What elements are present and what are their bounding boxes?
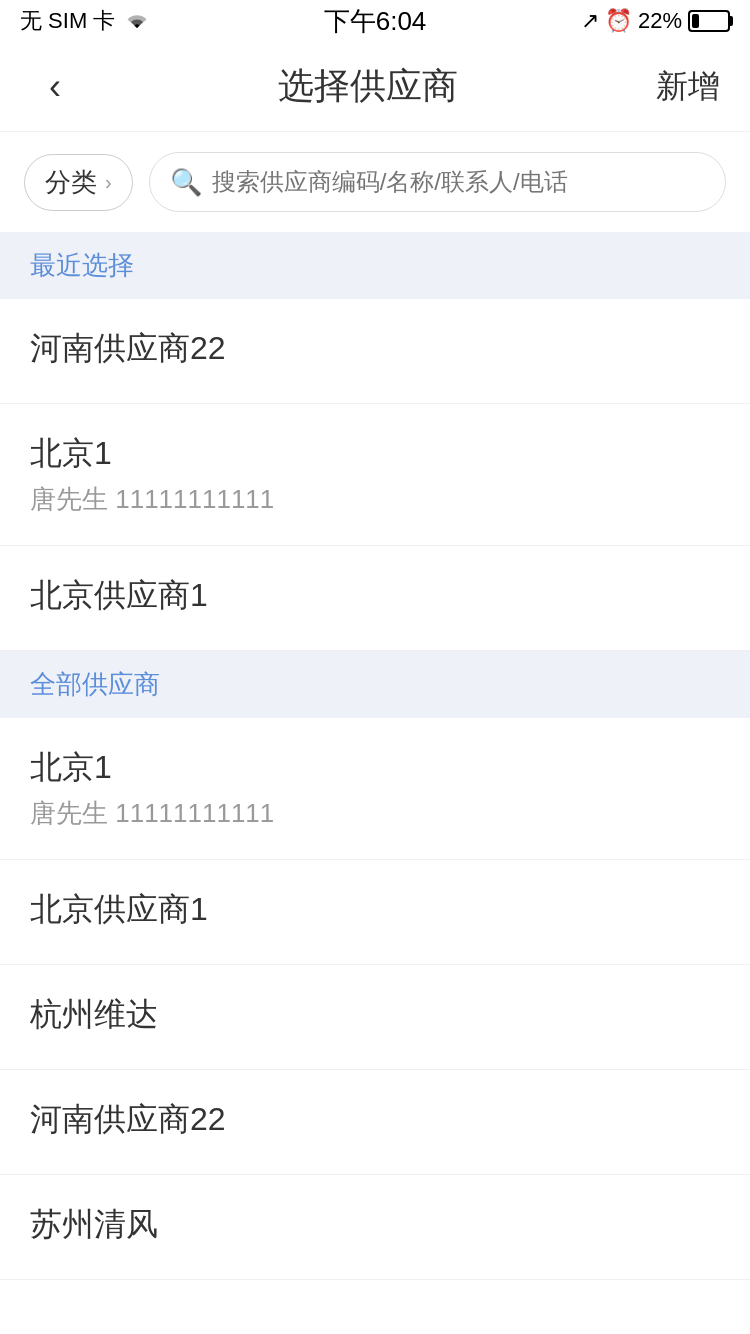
item-sub: 唐先生 11111111111 bbox=[30, 796, 720, 831]
item-name: 河南供应商22 bbox=[30, 327, 720, 371]
item-name: 北京1 bbox=[30, 432, 720, 476]
chevron-right-icon: › bbox=[105, 171, 112, 194]
wifi-icon bbox=[123, 10, 151, 32]
all-list: 北京1 唐先生 11111111111 北京供应商1 杭州维达河南供应商22 苏州清风 bbox=[0, 718, 750, 1280]
status-right: ↗ ⏰ 22% bbox=[581, 8, 730, 34]
status-left: 无 SIM 卡 bbox=[20, 6, 151, 36]
list-item[interactable]: 北京1 唐先生 11111111111 bbox=[0, 718, 750, 860]
item-name: 杭州维达 bbox=[30, 993, 720, 1037]
all-section-label: 全部供应商 bbox=[30, 669, 160, 699]
search-box[interactable]: 🔍 bbox=[149, 152, 726, 212]
recent-section-header: 最近选择 bbox=[0, 232, 750, 299]
add-button[interactable]: 新增 bbox=[656, 65, 720, 109]
recent-list: 河南供应商22 北京1 唐先生 11111111111 北京供应商1 bbox=[0, 299, 750, 651]
search-input[interactable] bbox=[212, 168, 705, 196]
category-label: 分类 bbox=[45, 165, 97, 200]
filter-bar: 分类 › 🔍 bbox=[0, 132, 750, 232]
list-item[interactable]: 北京1 唐先生 11111111111 bbox=[0, 404, 750, 546]
list-item[interactable]: 苏州清风 bbox=[0, 1175, 750, 1280]
list-item[interactable]: 河南供应商22 bbox=[0, 299, 750, 404]
item-name: 北京供应商1 bbox=[30, 888, 720, 932]
sim-label: 无 SIM 卡 bbox=[20, 6, 115, 36]
list-item[interactable]: 北京供应商1 bbox=[0, 546, 750, 651]
list-item[interactable]: 北京供应商1 bbox=[0, 860, 750, 965]
nav-bar: ‹ 选择供应商 新增 bbox=[0, 42, 750, 132]
status-bar: 无 SIM 卡 下午6:04 ↗ ⏰ 22% bbox=[0, 0, 750, 42]
battery-icon bbox=[688, 10, 730, 32]
search-icon: 🔍 bbox=[170, 167, 202, 198]
back-button[interactable]: ‹ bbox=[30, 62, 80, 112]
page-title: 选择供应商 bbox=[278, 62, 458, 111]
location-icon: ↗ bbox=[581, 8, 599, 34]
item-name: 河南供应商22 bbox=[30, 1098, 720, 1142]
all-section-header: 全部供应商 bbox=[0, 651, 750, 718]
list-item[interactable]: 杭州维达 bbox=[0, 965, 750, 1070]
alarm-icon: ⏰ bbox=[605, 8, 632, 34]
battery-percent: 22% bbox=[638, 8, 682, 34]
recent-section-label: 最近选择 bbox=[30, 250, 134, 280]
item-name: 苏州清风 bbox=[30, 1203, 720, 1247]
item-sub: 唐先生 11111111111 bbox=[30, 482, 720, 517]
category-button[interactable]: 分类 › bbox=[24, 154, 133, 211]
list-item[interactable]: 河南供应商22 bbox=[0, 1070, 750, 1175]
status-time: 下午6:04 bbox=[324, 4, 427, 39]
item-name: 北京供应商1 bbox=[30, 574, 720, 618]
item-name: 北京1 bbox=[30, 746, 720, 790]
